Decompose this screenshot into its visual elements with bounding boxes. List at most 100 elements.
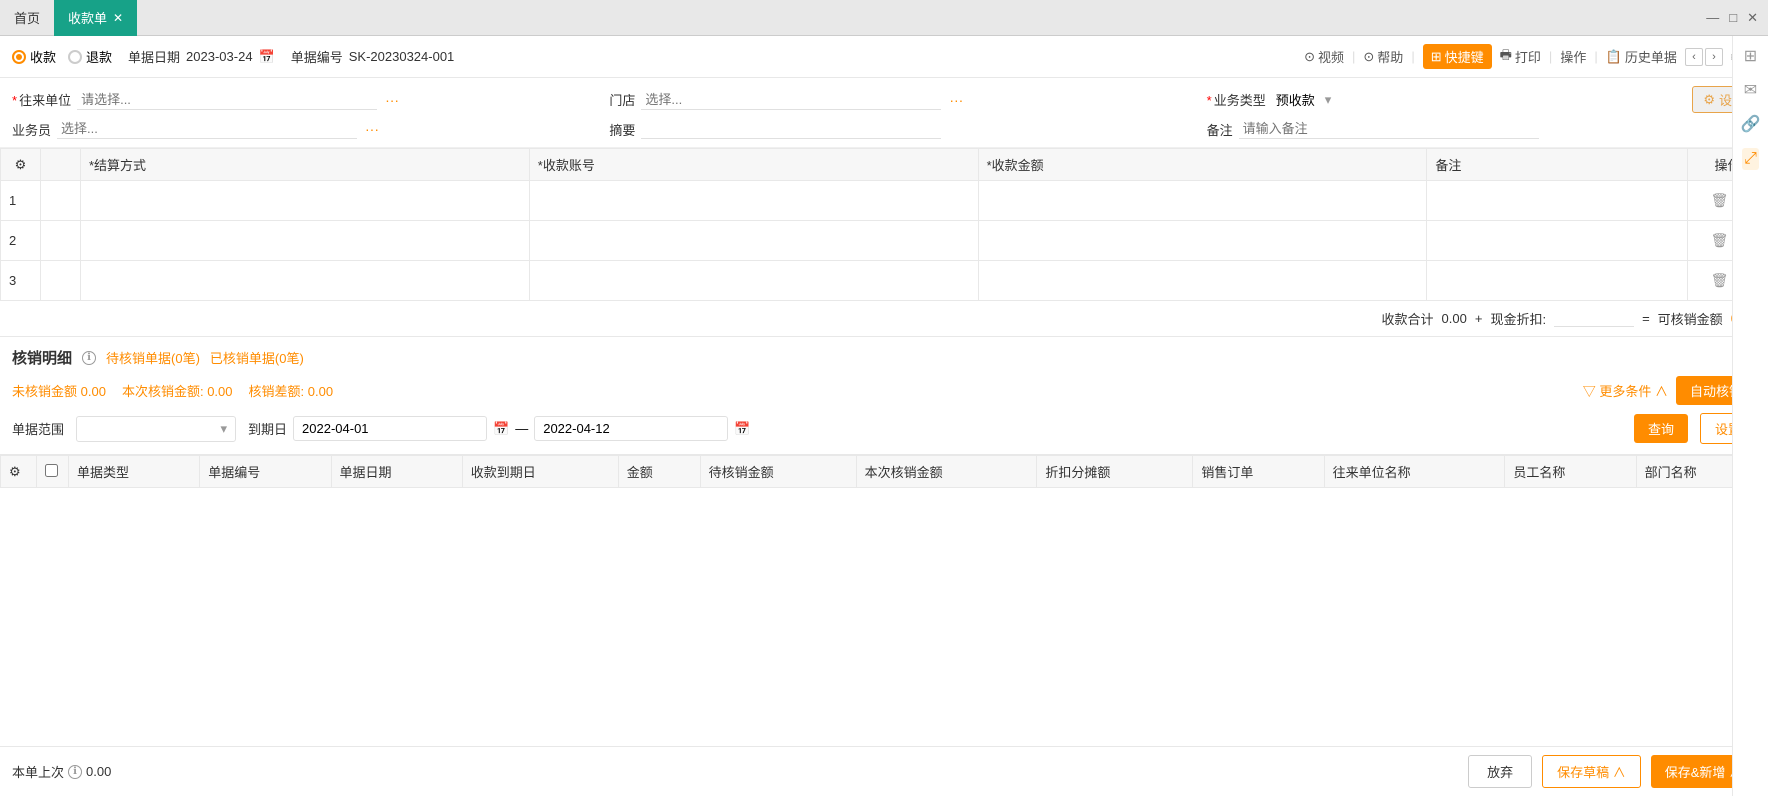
more-conditions-btn[interactable]: ▽ 更多条件 ∧ bbox=[1583, 381, 1668, 400]
biz-type-dropdown-icon[interactable]: ▾ bbox=[1325, 92, 1332, 108]
row2-amount[interactable] bbox=[978, 221, 1427, 261]
sidebar-table-icon[interactable]: ⊞ bbox=[1744, 46, 1757, 66]
bill-upper-info-icon[interactable]: ℹ bbox=[68, 765, 82, 779]
lower-table-header: ⚙ 单据类型 单据编号 单据日期 收款到期日 金额 待核销金额 本次核销金额 折… bbox=[1, 456, 1768, 488]
row1-delete-icon[interactable]: 🗑 bbox=[1711, 192, 1729, 209]
filter-row: 单据范围 ▾ 到期日 📅 — 📅 查询 设置 bbox=[12, 413, 1756, 444]
lth-discount: 折扣分摊额 bbox=[1037, 456, 1193, 488]
row2-delete-icon[interactable]: 🗑 bbox=[1711, 232, 1729, 249]
lth-counterpart: 往来单位名称 bbox=[1324, 456, 1505, 488]
form-section: *往来单位 ··· 门店 ··· *业务类型 预收款 ▾ ⚙ 设置 业务 bbox=[0, 78, 1768, 148]
lth-pending: 待核销金额 bbox=[700, 456, 856, 488]
print-btn[interactable]: 🖶 打印 bbox=[1500, 46, 1541, 68]
pending-tab[interactable]: 待核销单据(0笔) bbox=[106, 348, 200, 367]
salesperson-input[interactable] bbox=[57, 119, 357, 139]
row3-account[interactable] bbox=[529, 261, 978, 301]
row2-remark[interactable] bbox=[1427, 221, 1688, 261]
row2-settlement[interactable] bbox=[81, 221, 530, 261]
query-btn[interactable]: 查询 bbox=[1634, 414, 1688, 443]
date-from-input[interactable] bbox=[293, 416, 487, 441]
tab-home[interactable]: 首页 bbox=[0, 0, 54, 36]
header-toolbar: ⊙ 视频 | ⊙ 帮助 | ⊞ 快捷键 🖶 打印 | 操作 | � bbox=[1304, 44, 1756, 69]
lth-sales-order: 销售订单 bbox=[1193, 456, 1324, 488]
summary-col: 摘要 bbox=[609, 119, 1158, 139]
th-gear[interactable]: ⚙ bbox=[1, 149, 41, 181]
close-icon[interactable]: ✕ bbox=[1747, 10, 1758, 26]
salesperson-more-btn[interactable]: ··· bbox=[365, 121, 379, 137]
row3-settlement[interactable] bbox=[81, 261, 530, 301]
row1-num: 1 bbox=[1, 181, 41, 221]
nav-next[interactable]: › bbox=[1705, 48, 1723, 66]
print-icon: 🖶 bbox=[1500, 46, 1512, 68]
table-header-row: ⚙ *结算方式 *收款账号 *收款金额 备注 操作 bbox=[1, 149, 1768, 181]
salesperson-col: 业务员 ··· bbox=[12, 119, 561, 139]
abandon-btn[interactable]: 放弃 bbox=[1468, 755, 1532, 788]
tab-close-icon[interactable]: ✕ bbox=[113, 11, 123, 25]
range-label: 单据范围 bbox=[12, 419, 64, 438]
summary-input[interactable] bbox=[641, 119, 941, 139]
biz-type-value: 预收款 bbox=[1276, 90, 1315, 109]
cal-from-icon[interactable]: 📅 bbox=[493, 421, 509, 437]
done-tab[interactable]: 已核销单据(0笔) bbox=[210, 348, 304, 367]
upper-table-section: ⚙ *结算方式 *收款账号 *收款金额 备注 操作 1 bbox=[0, 148, 1768, 301]
table-row: 3 🗑 ⧉ bbox=[1, 261, 1768, 301]
th-remark: 备注 bbox=[1427, 149, 1688, 181]
th-settlement: *结算方式 bbox=[81, 149, 530, 181]
sidebar-mail-icon[interactable]: ✉ bbox=[1744, 80, 1757, 100]
row2-account[interactable] bbox=[529, 221, 978, 261]
row3-amount[interactable] bbox=[978, 261, 1427, 301]
row1-settlement[interactable] bbox=[81, 181, 530, 221]
video-btn[interactable]: ⊙ 视频 bbox=[1304, 47, 1344, 66]
shop-input[interactable] bbox=[641, 90, 941, 110]
shortcut-btn[interactable]: ⊞ 快捷键 bbox=[1423, 44, 1492, 69]
calendar-icon[interactable]: 📅 bbox=[259, 49, 275, 65]
row2-num: 2 bbox=[1, 221, 41, 261]
th-num bbox=[41, 149, 81, 181]
row3-delete-icon[interactable]: 🗑 bbox=[1711, 272, 1729, 289]
tab-receipt[interactable]: 收款单 ✕ bbox=[54, 0, 137, 36]
header-bar: 收款 退款 单据日期 2023-03-24 📅 单据编号 SK-20230324… bbox=[0, 36, 1768, 78]
verify-info-icon[interactable]: ℹ bbox=[82, 351, 96, 365]
filter-right-controls: ▽ 更多条件 ∧ 自动核销 bbox=[1583, 376, 1756, 405]
diff-stat: 核销差额: 0.00 bbox=[249, 381, 334, 400]
table-row: 1 🗑 ⧉ bbox=[1, 181, 1768, 221]
lth-gear[interactable]: ⚙ bbox=[1, 456, 37, 488]
range-select[interactable]: ▾ bbox=[76, 416, 236, 442]
shop-more-btn[interactable]: ··· bbox=[949, 92, 963, 108]
history-icon: 📋 bbox=[1606, 49, 1622, 65]
discount-input[interactable] bbox=[1554, 311, 1634, 327]
bill-upper-info: 本单上次 ℹ 0.00 bbox=[12, 762, 111, 781]
lth-check[interactable] bbox=[37, 456, 69, 488]
row1-amount[interactable] bbox=[978, 181, 1427, 221]
help-btn[interactable]: ⊙ 帮助 bbox=[1363, 47, 1403, 66]
remark-input[interactable] bbox=[1239, 119, 1539, 139]
radio-refund[interactable]: 退款 bbox=[68, 47, 112, 66]
history-btn[interactable]: 📋 历史单据 bbox=[1606, 47, 1677, 66]
row1-remark[interactable] bbox=[1427, 181, 1688, 221]
radio-receipt[interactable]: 收款 bbox=[12, 47, 56, 66]
counterpart-more-btn[interactable]: ··· bbox=[385, 92, 399, 108]
minimize-icon[interactable]: — bbox=[1706, 10, 1719, 25]
counterpart-input[interactable] bbox=[77, 90, 377, 110]
gear-icon: ⚙ bbox=[1703, 92, 1715, 108]
nav-prev[interactable]: ‹ bbox=[1685, 48, 1703, 66]
date-to-input[interactable] bbox=[534, 416, 728, 441]
receipt-table: ⚙ *结算方式 *收款账号 *收款金额 备注 操作 1 bbox=[0, 148, 1768, 301]
cal-to-icon[interactable]: 📅 bbox=[734, 421, 750, 437]
radio-dot-refund bbox=[68, 50, 82, 64]
help-icon: ⊙ bbox=[1363, 49, 1374, 65]
maximize-icon[interactable]: □ bbox=[1729, 10, 1737, 25]
operation-btn[interactable]: 操作 bbox=[1560, 47, 1586, 66]
row1-account[interactable] bbox=[529, 181, 978, 221]
verify-title-row: 核销明细 ℹ 待核销单据(0笔) 已核销单据(0笔) bbox=[12, 347, 1756, 368]
check-all[interactable] bbox=[45, 464, 58, 477]
lower-table-section: ⚙ 单据类型 单据编号 单据日期 收款到期日 金额 待核销金额 本次核销金额 折… bbox=[0, 455, 1768, 746]
lth-due-date: 收款到期日 bbox=[462, 456, 618, 488]
draft-btn[interactable]: 保存草稿 ∧ bbox=[1542, 755, 1641, 788]
th-account: *收款账号 bbox=[529, 149, 978, 181]
current-verify-stat: 本次核销金额: 0.00 bbox=[122, 381, 233, 400]
form-row-1: *往来单位 ··· 门店 ··· *业务类型 预收款 ▾ ⚙ 设置 bbox=[12, 86, 1756, 113]
sidebar-expand-icon[interactable]: ⤢ bbox=[1742, 148, 1759, 170]
sidebar-link-icon[interactable]: 🔗 bbox=[1741, 114, 1761, 134]
row3-remark[interactable] bbox=[1427, 261, 1688, 301]
